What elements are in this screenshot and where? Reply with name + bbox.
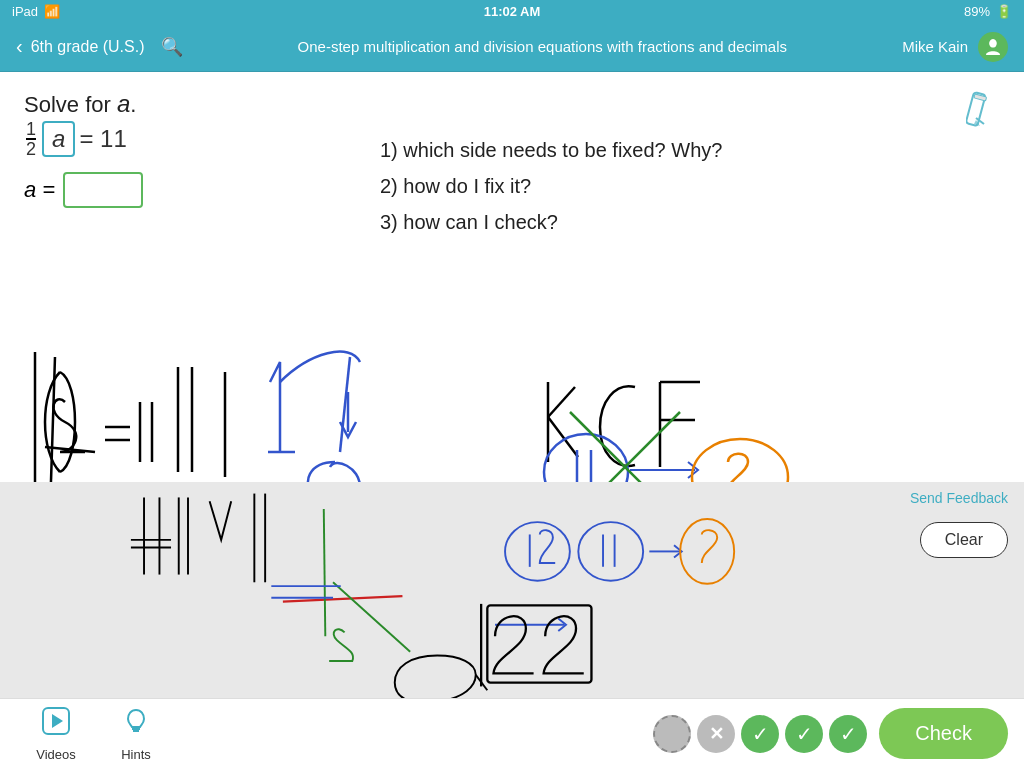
main-content: Solve for a. 1 2 a = 11 a = 1) which sid… [0,72,1024,698]
back-nav[interactable]: ‹ 6th grade (U.S.) 🔍 [16,35,183,58]
student-drawing-gray [0,482,1024,698]
time-display: 11:02 AM [484,4,541,19]
answer-input-box[interactable] [63,172,143,208]
answer-circle-1 [653,715,691,753]
problem-area: Solve for a. 1 2 a = 11 a = 1) which sid… [0,72,1024,482]
svg-line-6 [45,447,95,452]
instructions-text: 1) which side needs to be fixed? Why? 2)… [380,132,722,240]
user-avatar [978,32,1008,62]
answer-circle-x: ✕ [697,715,735,753]
instruction-3: 3) how can I check? [380,204,722,240]
hints-label: Hints [121,747,151,762]
search-icon[interactable]: 🔍 [161,36,183,58]
bottom-bar: Videos Hints ✕ ✓ ✓ ✓ Check [0,698,1024,768]
svg-line-42 [333,582,410,651]
battery-icon: 🔋 [996,4,1012,19]
answer-label: a = [24,177,55,203]
answer-area: a = [24,172,143,208]
user-name: Mike Kain [902,38,968,55]
wifi-icon: 📶 [44,4,60,19]
svg-marker-56 [52,714,63,728]
x-icon: ✕ [709,723,724,745]
nav-bar: ‹ 6th grade (U.S.) 🔍 One-step multiplica… [0,22,1024,72]
status-bar: iPad 📶 11:02 AM 89% 🔋 [0,0,1024,22]
variable-box: a [42,121,75,157]
answer-circles: ✕ ✓ ✓ ✓ [653,715,867,753]
grade-label: 6th grade (U.S.) [31,38,145,56]
equals-sign: = 11 [79,125,126,153]
svg-line-20 [548,387,575,417]
check-button[interactable]: Check [879,708,1008,759]
device-label: iPad [12,4,38,19]
videos-label: Videos [36,747,76,762]
check-icon-2: ✓ [796,722,813,746]
instruction-2: 2) how do I fix it? [380,168,722,204]
svg-rect-52 [487,605,591,682]
videos-button[interactable]: Videos [16,706,96,762]
svg-line-31 [570,412,680,482]
play-icon [41,706,71,743]
status-left: iPad 📶 [12,4,60,19]
instruction-1: 1) which side needs to be fixed? Why? [380,132,722,168]
nav-right: Mike Kain [902,32,1008,62]
battery-label: 89% [964,4,990,19]
svg-point-29 [692,439,788,482]
back-arrow-icon: ‹ [16,35,23,58]
status-right: 89% 🔋 [964,4,1012,19]
answer-circle-check-3: ✓ [829,715,867,753]
solve-for-text: Solve for a. [24,90,136,118]
hints-button[interactable]: Hints [96,706,176,762]
answer-circle-check-2: ✓ [785,715,823,753]
lesson-title: One-step multiplication and division equ… [183,38,903,55]
svg-line-5 [50,357,55,482]
svg-line-41 [324,509,326,636]
equation-display: 1 2 a = 11 [24,120,127,158]
fraction-half: 1 2 [26,120,36,158]
svg-line-30 [570,412,680,482]
answer-circle-check-1: ✓ [741,715,779,753]
svg-point-48 [578,522,643,581]
lightbulb-icon [121,706,151,743]
work-area[interactable]: Send Feedback Clear [0,482,1024,698]
pencil-icon[interactable] [966,88,1008,139]
check-icon-1: ✓ [752,722,769,746]
svg-point-46 [505,522,570,581]
svg-line-21 [548,417,578,457]
svg-point-25 [544,434,628,482]
check-icon-3: ✓ [840,722,857,746]
